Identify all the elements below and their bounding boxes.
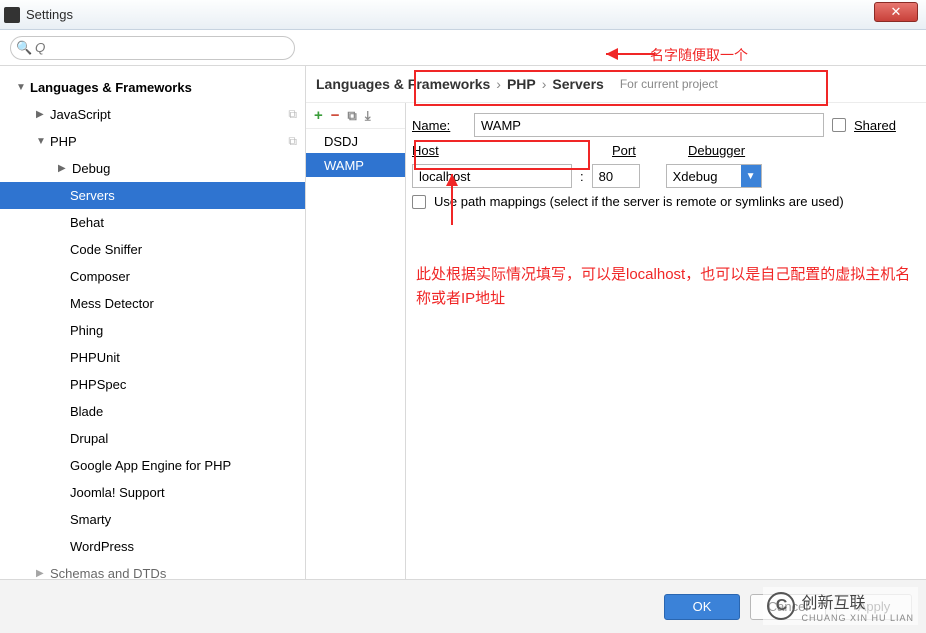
- tree-label: WordPress: [70, 539, 305, 554]
- debugger-value: Xdebug: [673, 169, 718, 184]
- name-input[interactable]: [474, 113, 824, 137]
- tree-item-blade[interactable]: Blade: [0, 398, 305, 425]
- project-tag-icon: ⧉: [288, 134, 297, 149]
- tree-label: Debug: [72, 161, 305, 176]
- tree-label: Composer: [70, 269, 305, 284]
- watermark: C 创新互联 CHUANG XIN HU LIAN: [763, 587, 918, 625]
- annotation-note: 此处根据实际情况填写，可以是localhost，也可以是自己配置的虚拟主机名称或…: [416, 263, 916, 311]
- tree-item-joomla[interactable]: Joomla! Support: [0, 479, 305, 506]
- tree-label: Drupal: [70, 431, 305, 446]
- tree-label: PHPUnit: [70, 350, 305, 365]
- chevron-right-icon: ▶: [36, 109, 50, 120]
- pathmap-label: Use path mappings (select if the server …: [434, 194, 844, 209]
- server-item-label: WAMP: [324, 158, 364, 173]
- settings-tree[interactable]: ▼ Languages & Frameworks ▶ JavaScript ⧉ …: [0, 66, 306, 608]
- chevron-down-icon: ▼: [16, 82, 30, 93]
- host-header: Host: [412, 143, 582, 158]
- tree-label: Code Sniffer: [70, 242, 305, 257]
- search-input[interactable]: [10, 36, 295, 60]
- server-item-dsdj[interactable]: DSDJ: [306, 129, 405, 153]
- project-tag-icon: ⧉: [288, 107, 297, 122]
- tree-item-php[interactable]: ▼ PHP ⧉: [0, 128, 305, 155]
- tree-label: Servers: [70, 188, 305, 203]
- tree-item-composer[interactable]: Composer: [0, 263, 305, 290]
- name-label: Name:: [412, 118, 466, 133]
- breadcrumb: Languages & Frameworks › PHP › Servers F…: [306, 66, 926, 103]
- main-columns: ▼ Languages & Frameworks ▶ JavaScript ⧉ …: [0, 66, 926, 608]
- breadcrumb-c: Servers: [552, 76, 603, 92]
- tree-label: PHPSpec: [70, 377, 305, 392]
- tree-item-wordpress[interactable]: WordPress: [0, 533, 305, 560]
- port-input[interactable]: [592, 164, 640, 188]
- tree-item-javascript[interactable]: ▶ JavaScript ⧉: [0, 101, 305, 128]
- chevron-down-icon: ▼: [741, 165, 761, 187]
- chevron-down-icon: ▼: [36, 136, 50, 147]
- tree-label: PHP: [50, 134, 288, 149]
- tree-label: Behat: [70, 215, 305, 230]
- tree-item-phing[interactable]: Phing: [0, 317, 305, 344]
- ok-button[interactable]: OK: [664, 594, 740, 620]
- watermark-logo-icon: C: [767, 592, 795, 620]
- tree-label: JavaScript: [50, 107, 288, 122]
- import-server-button[interactable]: ⤓: [365, 108, 371, 124]
- debugger-header: Debugger: [688, 143, 745, 158]
- server-toolbar: + − ⧉ ⤓: [306, 103, 405, 129]
- breadcrumb-b: PHP: [507, 76, 536, 92]
- app-icon: [4, 7, 20, 23]
- tree-item-phpunit[interactable]: PHPUnit: [0, 344, 305, 371]
- host-input[interactable]: [412, 164, 572, 188]
- add-server-button[interactable]: +: [314, 107, 323, 124]
- watermark-text: 创新互联: [801, 595, 865, 612]
- tree-root-languages-frameworks[interactable]: ▼ Languages & Frameworks: [0, 74, 305, 101]
- chevron-right-icon: ▶: [58, 163, 72, 174]
- tree-item-messdetector[interactable]: Mess Detector: [0, 290, 305, 317]
- server-list-panel: + − ⧉ ⤓ DSDJ WAMP: [306, 103, 406, 608]
- search-row: 🔍: [0, 30, 926, 66]
- watermark-sub: CHUANG XIN HU LIAN: [801, 613, 914, 623]
- shared-label: Shared: [854, 118, 896, 133]
- breadcrumb-project-scope: For current project: [620, 77, 718, 91]
- search-icon: 🔍: [16, 40, 32, 56]
- tree-item-servers[interactable]: Servers: [0, 182, 305, 209]
- tree-item-debug[interactable]: ▶ Debug: [0, 155, 305, 182]
- server-item-wamp[interactable]: WAMP: [306, 153, 405, 177]
- window-title: Settings: [26, 7, 874, 22]
- tree-item-drupal[interactable]: Drupal: [0, 425, 305, 452]
- titlebar: Settings ✕: [0, 0, 926, 30]
- chevron-right-icon: ▶: [36, 568, 50, 579]
- breadcrumb-a: Languages & Frameworks: [316, 76, 490, 92]
- tree-label: Google App Engine for PHP: [70, 458, 305, 473]
- tree-label: Phing: [70, 323, 305, 338]
- tree-item-phpspec[interactable]: PHPSpec: [0, 371, 305, 398]
- server-list[interactable]: DSDJ WAMP: [306, 129, 405, 177]
- tree-item-smarty[interactable]: Smarty: [0, 506, 305, 533]
- host-port-colon: :: [580, 169, 584, 184]
- pathmap-checkbox[interactable]: [412, 195, 426, 209]
- tree-label: Blade: [70, 404, 305, 419]
- shared-checkbox[interactable]: [832, 118, 846, 132]
- tree-label: Smarty: [70, 512, 305, 527]
- tree-item-codesniffer[interactable]: Code Sniffer: [0, 236, 305, 263]
- tree-item-behat[interactable]: Behat: [0, 209, 305, 236]
- tree-label: Languages & Frameworks: [30, 80, 305, 95]
- breadcrumb-sep: ›: [542, 76, 547, 92]
- server-form: Name: Shared Host Port Debugger :: [406, 103, 926, 608]
- close-button[interactable]: ✕: [874, 2, 918, 22]
- debugger-select[interactable]: Xdebug ▼: [666, 164, 762, 188]
- server-item-label: DSDJ: [324, 134, 358, 149]
- tree-label: Mess Detector: [70, 296, 305, 311]
- remove-server-button[interactable]: −: [331, 107, 340, 124]
- tree-label: Joomla! Support: [70, 485, 305, 500]
- breadcrumb-sep: ›: [496, 76, 501, 92]
- tree-item-gae-php[interactable]: Google App Engine for PHP: [0, 452, 305, 479]
- port-header: Port: [612, 143, 660, 158]
- copy-server-button[interactable]: ⧉: [348, 108, 357, 124]
